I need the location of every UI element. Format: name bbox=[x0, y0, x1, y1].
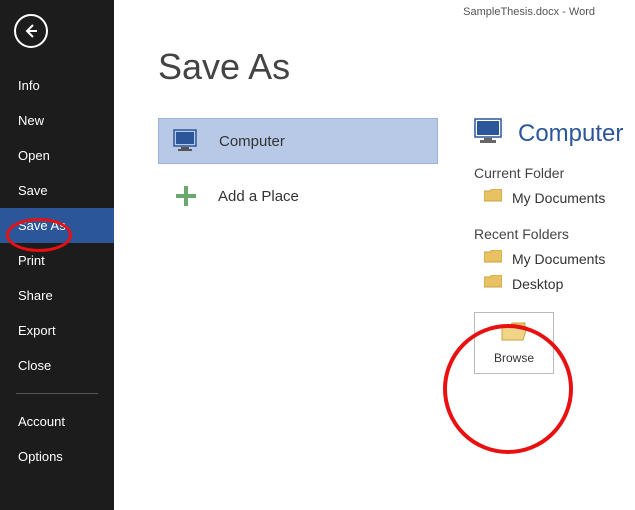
sidebar-item-info[interactable]: Info bbox=[0, 68, 114, 103]
sidebar-item-save[interactable]: Save bbox=[0, 173, 114, 208]
main-area: SampleThesis.docx - Word Save As Compute… bbox=[114, 0, 635, 510]
sidebar-item-options[interactable]: Options bbox=[0, 439, 114, 474]
folder-icon bbox=[484, 250, 502, 267]
sidebar-item-close[interactable]: Close bbox=[0, 348, 114, 383]
folder-label: My Documents bbox=[512, 251, 605, 267]
sidebar-item-print[interactable]: Print bbox=[0, 243, 114, 278]
sidebar-item-share[interactable]: Share bbox=[0, 278, 114, 313]
current-folder-header: Current Folder bbox=[474, 165, 635, 181]
document-title: SampleThesis.docx - Word bbox=[463, 6, 595, 18]
computer-icon bbox=[173, 129, 201, 153]
sidebar-item-account[interactable]: Account bbox=[0, 404, 114, 439]
right-panel-header: Computer bbox=[474, 118, 635, 149]
folder-icon bbox=[484, 275, 502, 292]
sidebar-menu: Info New Open Save Save As Print Share E… bbox=[0, 68, 114, 474]
browse-folder-icon bbox=[501, 322, 527, 345]
back-button[interactable] bbox=[14, 14, 48, 48]
recent-folders-header: Recent Folders bbox=[474, 226, 635, 242]
save-places-list: Computer Add a Place bbox=[158, 118, 438, 374]
folder-label: My Documents bbox=[512, 190, 605, 206]
folder-label: Desktop bbox=[512, 276, 563, 292]
sidebar-item-new[interactable]: New bbox=[0, 103, 114, 138]
page-title: Save As bbox=[158, 46, 635, 88]
folder-my-documents-current[interactable]: My Documents bbox=[474, 187, 635, 208]
add-place-icon bbox=[172, 184, 200, 208]
folder-desktop-recent[interactable]: Desktop bbox=[474, 273, 635, 294]
right-panel: Computer Current Folder My Documents Rec… bbox=[474, 118, 635, 374]
place-computer-label: Computer bbox=[219, 133, 285, 150]
place-add-a-place-label: Add a Place bbox=[218, 188, 299, 205]
place-computer[interactable]: Computer bbox=[158, 118, 438, 164]
sidebar-item-open[interactable]: Open bbox=[0, 138, 114, 173]
back-arrow-icon bbox=[23, 23, 39, 39]
sidebar-divider bbox=[16, 393, 98, 394]
computer-large-icon bbox=[474, 118, 506, 149]
content-row: Computer Add a Place bbox=[158, 118, 635, 374]
backstage-sidebar: Info New Open Save Save As Print Share E… bbox=[0, 0, 114, 510]
recent-folders-list: My Documents Desktop bbox=[474, 248, 635, 294]
current-folders-list: My Documents bbox=[474, 187, 635, 208]
folder-icon bbox=[484, 189, 502, 206]
right-panel-header-label: Computer bbox=[518, 120, 623, 148]
browse-label: Browse bbox=[494, 351, 534, 365]
sidebar-item-export[interactable]: Export bbox=[0, 313, 114, 348]
folder-my-documents-recent[interactable]: My Documents bbox=[474, 248, 635, 269]
place-add-a-place[interactable]: Add a Place bbox=[158, 174, 438, 218]
browse-button[interactable]: Browse bbox=[474, 312, 554, 374]
sidebar-item-save-as[interactable]: Save As bbox=[0, 208, 114, 243]
